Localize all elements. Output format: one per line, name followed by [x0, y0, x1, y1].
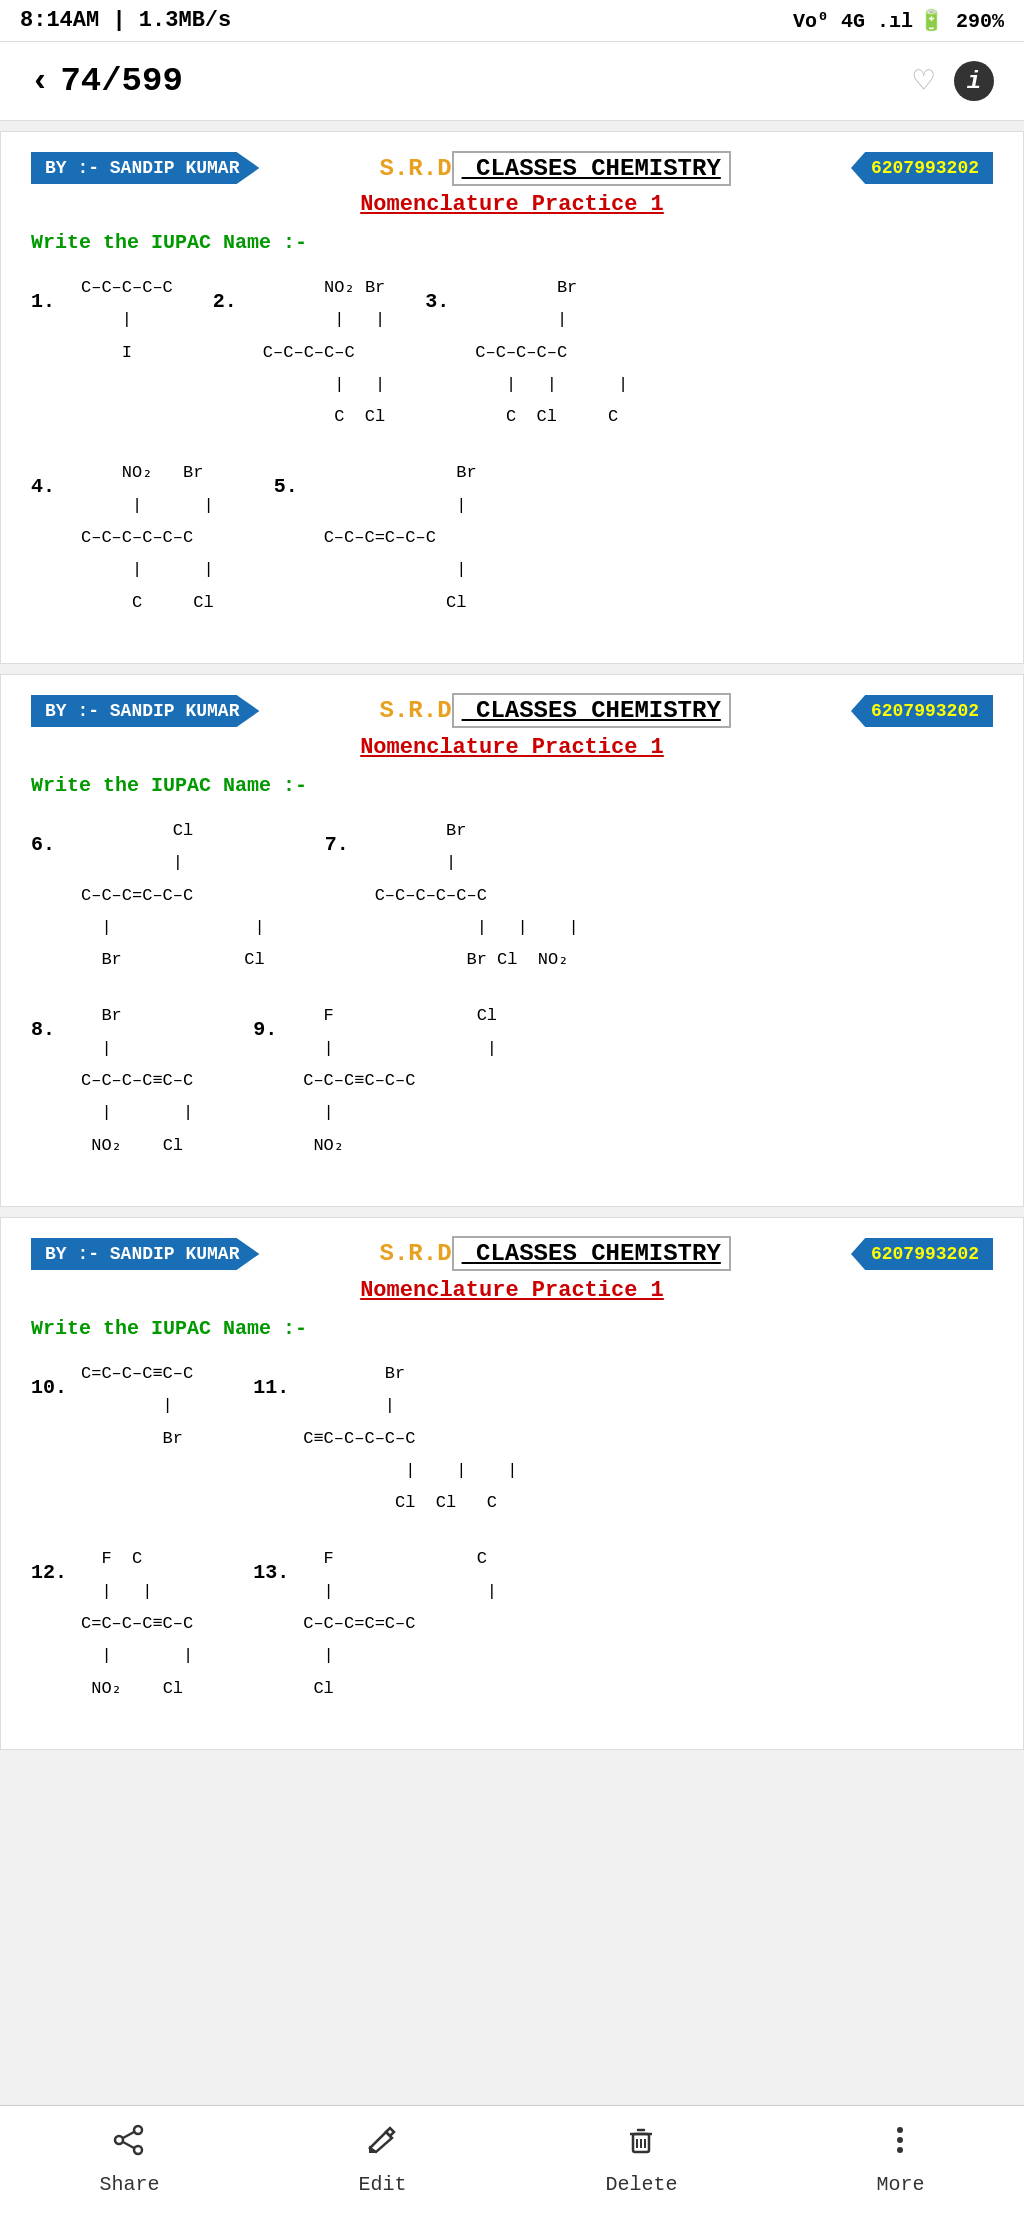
q13-formula: F C | | C–C–C=C=C–C | Cl: [303, 1543, 497, 1704]
info-button[interactable]: i: [954, 61, 994, 101]
structure-row-4-5: 4. NO₂ Br | | C–C–C–C–C–C | | C Cl 5. Br…: [31, 457, 993, 618]
share-button[interactable]: Share: [99, 2124, 159, 2196]
author-label-2: BY :- SANDIP KUMAR: [31, 695, 259, 727]
q11-formula: Br | C≡C–C–C–C–C | | | Cl Cl C: [303, 1358, 517, 1519]
bottom-toolbar: Share Edit Delete: [0, 2105, 1024, 2220]
q8-formula: Br | C–C–C–C≡C–C | | NO₂ Cl: [81, 1000, 193, 1161]
q1-formula: C–C–C–C–C | I: [81, 272, 173, 369]
structures-panel-3: 10. C=C–C–C≡C–C | Br 11. Br | C≡C–C–C–C–…: [31, 1358, 993, 1705]
q6-formula: Cl | C–C–C=C–C–C | | Br Cl: [81, 815, 265, 976]
more-button[interactable]: More: [876, 2124, 924, 2196]
delete-icon: [625, 2124, 657, 2165]
panel-3: BY :- SANDIP KUMAR S.R.D CLASSES CHEMIST…: [0, 1217, 1024, 1750]
more-icon: [884, 2124, 916, 2165]
srd-text-1: S.R.D: [380, 155, 452, 182]
nav-left[interactable]: ‹ 74/599: [30, 62, 183, 100]
banner-3: BY :- SANDIP KUMAR S.R.D CLASSES CHEMIST…: [31, 1238, 993, 1270]
svg-point-0: [134, 2126, 142, 2134]
banner-title-1: S.R.D CLASSES CHEMISTRY: [259, 155, 851, 182]
share-icon: [113, 2124, 145, 2165]
author-label-3: BY :- SANDIP KUMAR: [31, 1238, 259, 1270]
back-button[interactable]: ‹: [30, 62, 50, 100]
delete-button[interactable]: Delete: [605, 2124, 677, 2196]
q7-num: 7.: [325, 815, 375, 861]
q6-num: 6.: [31, 815, 81, 861]
q11-num: 11.: [253, 1358, 303, 1404]
panel-1: BY :- SANDIP KUMAR S.R.D CLASSES CHEMIST…: [0, 131, 1024, 664]
status-time: 8:14AM | 1.3MB/s: [20, 8, 231, 33]
favorite-button[interactable]: ♡: [914, 60, 934, 102]
q3-formula: Br | C–C–C–C–C | | | C Cl C: [475, 272, 628, 433]
q4-num: 4.: [31, 457, 81, 503]
edit-icon: [366, 2124, 398, 2165]
edit-label: Edit: [358, 2173, 406, 2196]
q3-num: 3.: [425, 272, 475, 318]
q13-num: 13.: [253, 1543, 303, 1589]
instruction-1: Write the IUPAC Name :-: [31, 231, 993, 254]
classes-text-2: CLASSES CHEMISTRY: [452, 693, 731, 728]
svg-line-4: [123, 2142, 134, 2148]
banner-title-3: S.R.D CLASSES CHEMISTRY: [259, 1240, 851, 1267]
structure-row-1-2-3: 1. C–C–C–C–C | I 2. NO₂ Br | | C–C–C–C–C…: [31, 272, 993, 433]
page-counter: 74/599: [60, 62, 182, 100]
banner-2: BY :- SANDIP KUMAR S.R.D CLASSES CHEMIST…: [31, 695, 993, 727]
srd-text-2: S.R.D: [380, 697, 452, 724]
q12-num: 12.: [31, 1543, 81, 1589]
author-label-1: BY :- SANDIP KUMAR: [31, 152, 259, 184]
status-right: Vo⁰ 4G .ıl 🔋 290%: [793, 8, 1004, 33]
main-content: BY :- SANDIP KUMAR S.R.D CLASSES CHEMIST…: [0, 131, 1024, 1880]
classes-text-3: CLASSES CHEMISTRY: [452, 1236, 731, 1271]
banner-1: BY :- SANDIP KUMAR S.R.D CLASSES CHEMIST…: [31, 152, 993, 184]
edit-button[interactable]: Edit: [358, 2124, 406, 2196]
svg-point-1: [115, 2136, 123, 2144]
subtitle-2: Nomenclature Practice 1: [31, 735, 993, 760]
share-label: Share: [99, 2173, 159, 2196]
phone-label-1: 6207993202: [851, 152, 993, 184]
structure-row-12-13: 12. F C | | C=C–C–C≡C–C | | NO₂ Cl 13. F…: [31, 1543, 993, 1704]
structures-panel-2: 6. Cl | C–C–C=C–C–C | | Br Cl 7. Br | C–…: [31, 815, 993, 1162]
instruction-3: Write the IUPAC Name :-: [31, 1317, 993, 1340]
structures-panel-1: 1. C–C–C–C–C | I 2. NO₂ Br | | C–C–C–C–C…: [31, 272, 993, 619]
q9-num: 9.: [253, 1000, 303, 1046]
subtitle-3: Nomenclature Practice 1: [31, 1278, 993, 1303]
nav-bar: ‹ 74/599 ♡ i: [0, 42, 1024, 121]
q10-formula: C=C–C–C≡C–C | Br: [81, 1358, 193, 1455]
battery-indicator: 🔋 290%: [919, 8, 1004, 33]
instruction-2: Write the IUPAC Name :-: [31, 774, 993, 797]
q9-formula: F Cl | | C–C–C≡C–C–C | NO₂: [303, 1000, 497, 1161]
q10-num: 10.: [31, 1358, 81, 1404]
q1-num: 1.: [31, 272, 81, 318]
srd-text-3: S.R.D: [380, 1240, 452, 1267]
panel-2: BY :- SANDIP KUMAR S.R.D CLASSES CHEMIST…: [0, 674, 1024, 1207]
delete-label: Delete: [605, 2173, 677, 2196]
phone-label-2: 6207993202: [851, 695, 993, 727]
structure-row-6-7: 6. Cl | C–C–C=C–C–C | | Br Cl 7. Br | C–…: [31, 815, 993, 976]
more-label: More: [876, 2173, 924, 2196]
q7-formula: Br | C–C–C–C–C–C | | | Br Cl NO₂: [375, 815, 579, 976]
q12-formula: F C | | C=C–C–C≡C–C | | NO₂ Cl: [81, 1543, 193, 1704]
svg-point-2: [134, 2146, 142, 2154]
structure-row-10-11: 10. C=C–C–C≡C–C | Br 11. Br | C≡C–C–C–C–…: [31, 1358, 993, 1519]
phone-label-3: 6207993202: [851, 1238, 993, 1270]
status-bar: 8:14AM | 1.3MB/s Vo⁰ 4G .ıl 🔋 290%: [0, 0, 1024, 42]
banner-title-2: S.R.D CLASSES CHEMISTRY: [259, 697, 851, 724]
q5-formula: Br | C–C–C=C–C–C | Cl: [324, 457, 477, 618]
q2-num: 2.: [213, 272, 263, 318]
subtitle-1: Nomenclature Practice 1: [31, 192, 993, 217]
q2-formula: NO₂ Br | | C–C–C–C–C | | C Cl: [263, 272, 385, 433]
nav-right: ♡ i: [914, 60, 994, 102]
structure-row-8-9: 8. Br | C–C–C–C≡C–C | | NO₂ Cl 9. F Cl |…: [31, 1000, 993, 1161]
q8-num: 8.: [31, 1000, 81, 1046]
q4-formula: NO₂ Br | | C–C–C–C–C–C | | C Cl: [81, 457, 214, 618]
svg-point-11: [897, 2137, 903, 2143]
svg-point-12: [897, 2147, 903, 2153]
classes-text-1: CLASSES CHEMISTRY: [452, 151, 731, 186]
q5-num: 5.: [274, 457, 324, 503]
svg-line-3: [123, 2132, 134, 2138]
signal-indicator: Vo⁰ 4G .ıl: [793, 8, 913, 33]
svg-point-10: [897, 2127, 903, 2133]
